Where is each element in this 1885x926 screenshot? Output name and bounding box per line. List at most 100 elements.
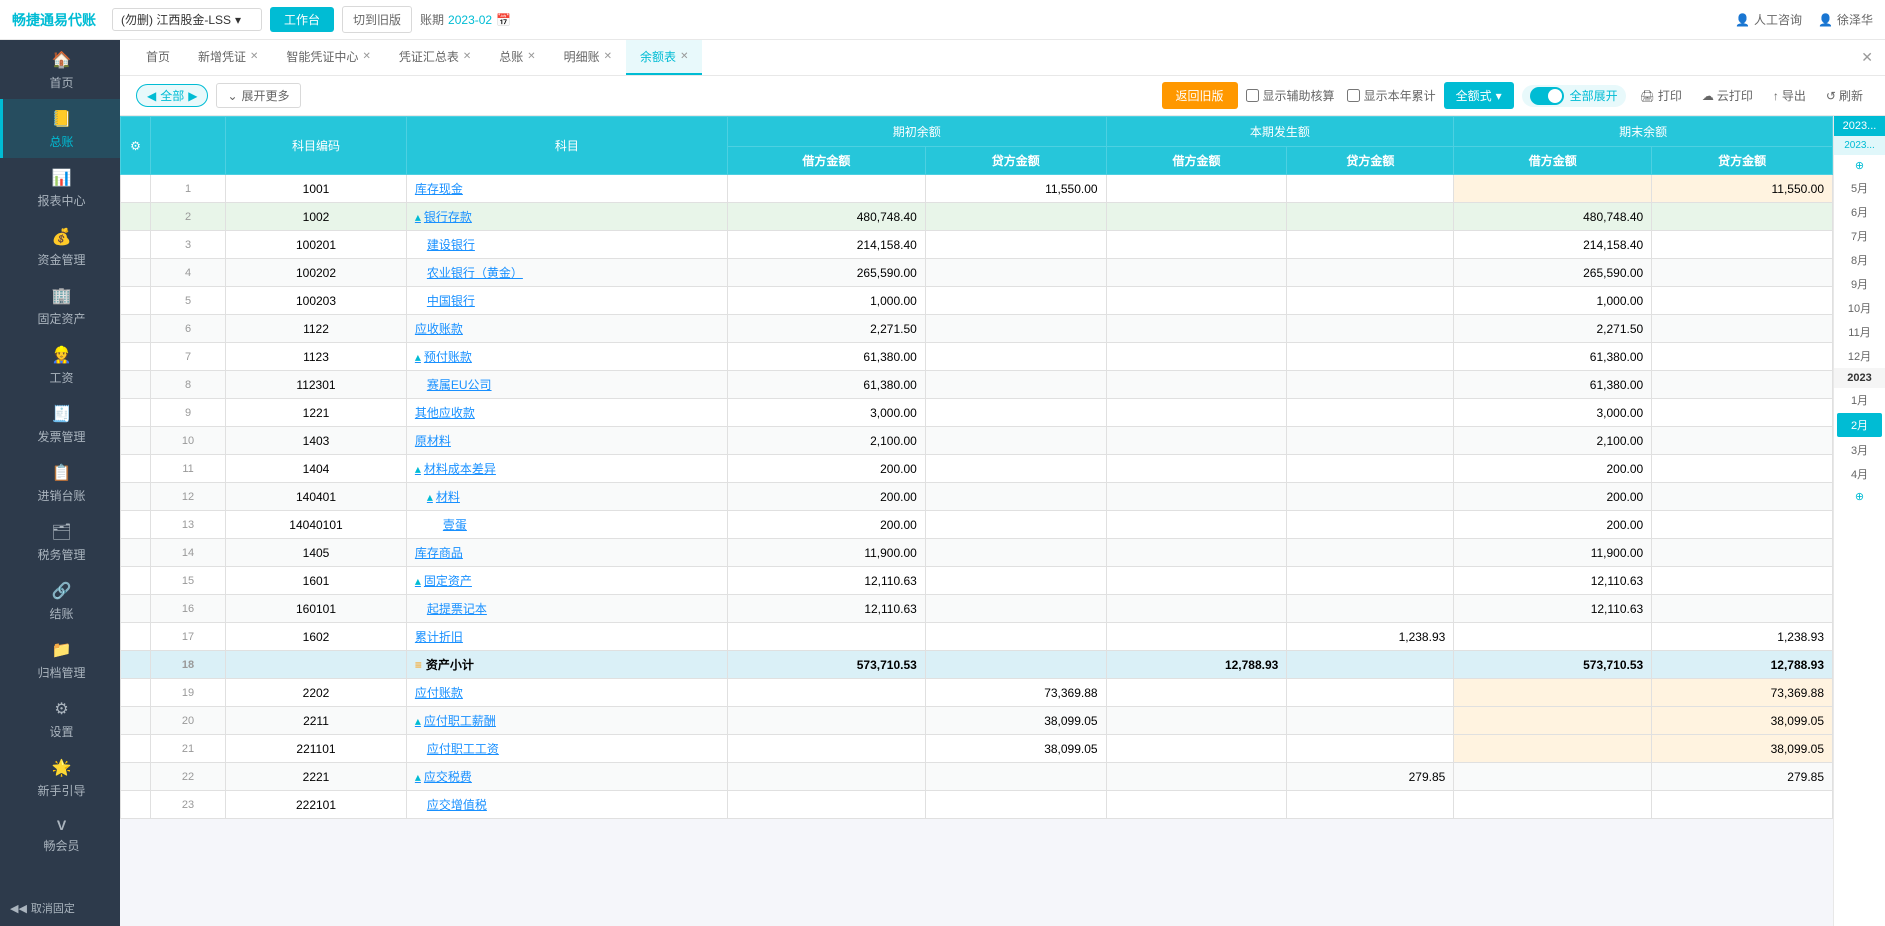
sidebar-item-archive[interactable]: 📁 归档管理 (0, 630, 120, 689)
tab-detail-ledger[interactable]: 明细账 ✕ (550, 40, 626, 75)
tab-general-ledger[interactable]: 总账 ✕ (485, 40, 549, 75)
row-name[interactable]: ▴应付职工薪酬 (406, 707, 727, 735)
row-name[interactable]: 应交增值税 (406, 791, 727, 819)
row-name[interactable]: ▴银行存款 (406, 203, 727, 231)
row-name[interactable]: 应收账款 (406, 315, 727, 343)
return-old-button[interactable]: 返回旧版 (1162, 82, 1238, 109)
show-ytd-checkbox[interactable]: 显示本年累计 (1347, 87, 1436, 104)
row-name[interactable]: 农业银行（黄金） (406, 259, 727, 287)
sidebar-item-member[interactable]: V 畅会员 (0, 807, 120, 862)
time-month-12[interactable]: 12月 (1834, 344, 1885, 368)
period-value[interactable]: 2023-02 (448, 13, 492, 27)
expand-collapse-icon[interactable]: ▴ (415, 714, 421, 728)
time-month-10[interactable]: 10月 (1834, 296, 1885, 320)
row-seq: 8 (151, 371, 226, 399)
print-button[interactable]: 🖨 打印 (1634, 84, 1688, 107)
row-name[interactable]: 壹蛋 (406, 511, 727, 539)
row-name[interactable]: 中国银行 (406, 287, 727, 315)
row-end-credit (1652, 791, 1833, 819)
tab-home[interactable]: 首页 (132, 40, 184, 75)
show-aux-checkbox[interactable]: 显示辅助核算 (1246, 87, 1335, 104)
sidebar-item-guide[interactable]: 🌟 新手引导 (0, 748, 120, 807)
tab-smart-voucher[interactable]: 智能凭证中心 ✕ (272, 40, 384, 75)
tab-voucher-summary-close[interactable]: ✕ (463, 51, 471, 62)
sidebar-item-invoices[interactable]: 🧾 发票管理 (0, 394, 120, 453)
row-name[interactable]: 起提票记本 (406, 595, 727, 623)
company-select[interactable]: (勿删) 江西股金-LSS ▾ (112, 8, 262, 31)
row-name[interactable]: ▴固定资产 (406, 567, 727, 595)
user-menu[interactable]: 👤 徐泽华 (1818, 11, 1873, 28)
row-name[interactable]: 库存现金 (406, 175, 727, 203)
col-settings-icon[interactable]: ⚙ (121, 117, 151, 175)
row-settings-cell (121, 567, 151, 595)
show-aux-input[interactable] (1246, 89, 1259, 102)
row-name[interactable]: ▴材料 (406, 483, 727, 511)
toggle-expand-switch[interactable] (1530, 87, 1564, 105)
row-name[interactable]: 累计折旧 (406, 623, 727, 651)
export-button[interactable]: ↑ 导出 (1767, 84, 1812, 107)
row-name[interactable]: ▴预付账款 (406, 343, 727, 371)
filter-tag-all[interactable]: ◀ 全部 ▶ (136, 84, 208, 107)
sidebar-item-settings[interactable]: ⚙ 设置 (0, 689, 120, 748)
sidebar-bottom[interactable]: ◀◀ 取消固定 (0, 890, 120, 926)
sidebar-item-reports[interactable]: 📊 报表中心 (0, 158, 120, 217)
time-month-4[interactable]: 4月 (1834, 462, 1885, 486)
row-name[interactable]: ▴应交税费 (406, 763, 727, 791)
row-name[interactable]: 其他应收款 (406, 399, 727, 427)
expand-collapse-icon[interactable]: ▴ (427, 490, 433, 504)
sidebar-item-purchases[interactable]: 📋 进销台账 (0, 453, 120, 512)
tab-general-ledger-close[interactable]: ✕ (527, 51, 535, 62)
time-month-9[interactable]: 9月 (1834, 272, 1885, 296)
row-name[interactable]: ▴材料成本差异 (406, 455, 727, 483)
time-panel-expand-icon[interactable]: ⊕ (1834, 155, 1885, 176)
toggle-expand-group[interactable]: 全部展开 (1522, 85, 1626, 107)
tab-voucher-summary-label: 凭证汇总表 (399, 48, 459, 65)
row-name[interactable]: 库存商品 (406, 539, 727, 567)
tab-balance-sheet-close[interactable]: ✕ (680, 51, 688, 62)
sidebar-item-assets[interactable]: 🏢 固定资产 (0, 276, 120, 335)
expand-collapse-icon[interactable]: ▴ (415, 210, 421, 224)
expand-collapse-icon[interactable]: ▴ (415, 462, 421, 476)
sidebar-item-ledger[interactable]: 📒 总账 (0, 99, 120, 158)
time-month-5[interactable]: 5月 (1834, 176, 1885, 200)
table-container[interactable]: ⚙ 科目编码 科目 期初余额 本期发生额 期末余额 借方金额 贷方金额 借方金额 (120, 116, 1833, 926)
row-settings-cell (121, 707, 151, 735)
expand-collapse-icon[interactable]: ▴ (415, 770, 421, 784)
show-ytd-input[interactable] (1347, 89, 1360, 102)
tab-voucher-summary[interactable]: 凭证汇总表 ✕ (385, 40, 485, 75)
row-name[interactable]: 应付职工工资 (406, 735, 727, 763)
cloud-print-button[interactable]: ☁ 云打印 (1696, 84, 1759, 107)
tab-detail-ledger-close[interactable]: ✕ (604, 51, 612, 62)
time-month-3[interactable]: 3月 (1834, 438, 1885, 462)
tab-new-voucher-close[interactable]: ✕ (250, 51, 258, 62)
workbench-button[interactable]: 工作台 (270, 7, 334, 32)
consult-link[interactable]: 👤 人工咨询 (1735, 11, 1802, 28)
refresh-button[interactable]: ↺ 刷新 (1820, 84, 1869, 107)
time-month-6[interactable]: 6月 (1834, 200, 1885, 224)
tab-bar: 首页 新增凭证 ✕ 智能凭证中心 ✕ 凭证汇总表 ✕ 总账 ✕ 明细账 ✕ (120, 40, 1885, 76)
expand-collapse-icon[interactable]: ▴ (415, 574, 421, 588)
tab-new-voucher[interactable]: 新增凭证 ✕ (184, 40, 272, 75)
full-mode-button[interactable]: 全额式 ▾ (1444, 82, 1514, 109)
sidebar-item-closing[interactable]: 🔗 结账 (0, 571, 120, 630)
sidebar-item-payroll[interactable]: 👷 工资 (0, 335, 120, 394)
time-month-8[interactable]: 8月 (1834, 248, 1885, 272)
tab-balance-sheet[interactable]: 余额表 ✕ (626, 40, 702, 75)
time-month-11[interactable]: 11月 (1834, 320, 1885, 344)
sidebar-item-home[interactable]: 🏠 首页 (0, 40, 120, 99)
row-name[interactable]: 赛属EU公司 (406, 371, 727, 399)
expand-collapse-icon[interactable]: ▴ (415, 350, 421, 364)
time-month-7[interactable]: 7月 (1834, 224, 1885, 248)
close-all-button[interactable]: ✕ (1861, 49, 1873, 66)
row-name[interactable]: 建设银行 (406, 231, 727, 259)
switch-button[interactable]: 切到旧版 (342, 6, 412, 33)
sidebar-item-tax[interactable]: 🗂 税务管理 (0, 512, 120, 571)
sidebar-item-funds[interactable]: 💰 资金管理 (0, 217, 120, 276)
expand-more-button[interactable]: ⌄ 展开更多 (216, 83, 300, 108)
time-month-2[interactable]: 2月 (1837, 413, 1882, 437)
time-panel-settings-icon[interactable]: ⊕ (1834, 486, 1885, 507)
time-month-1[interactable]: 1月 (1834, 388, 1885, 412)
tab-smart-voucher-close[interactable]: ✕ (362, 51, 370, 62)
row-name[interactable]: 应付账款 (406, 679, 727, 707)
row-name[interactable]: 原材料 (406, 427, 727, 455)
